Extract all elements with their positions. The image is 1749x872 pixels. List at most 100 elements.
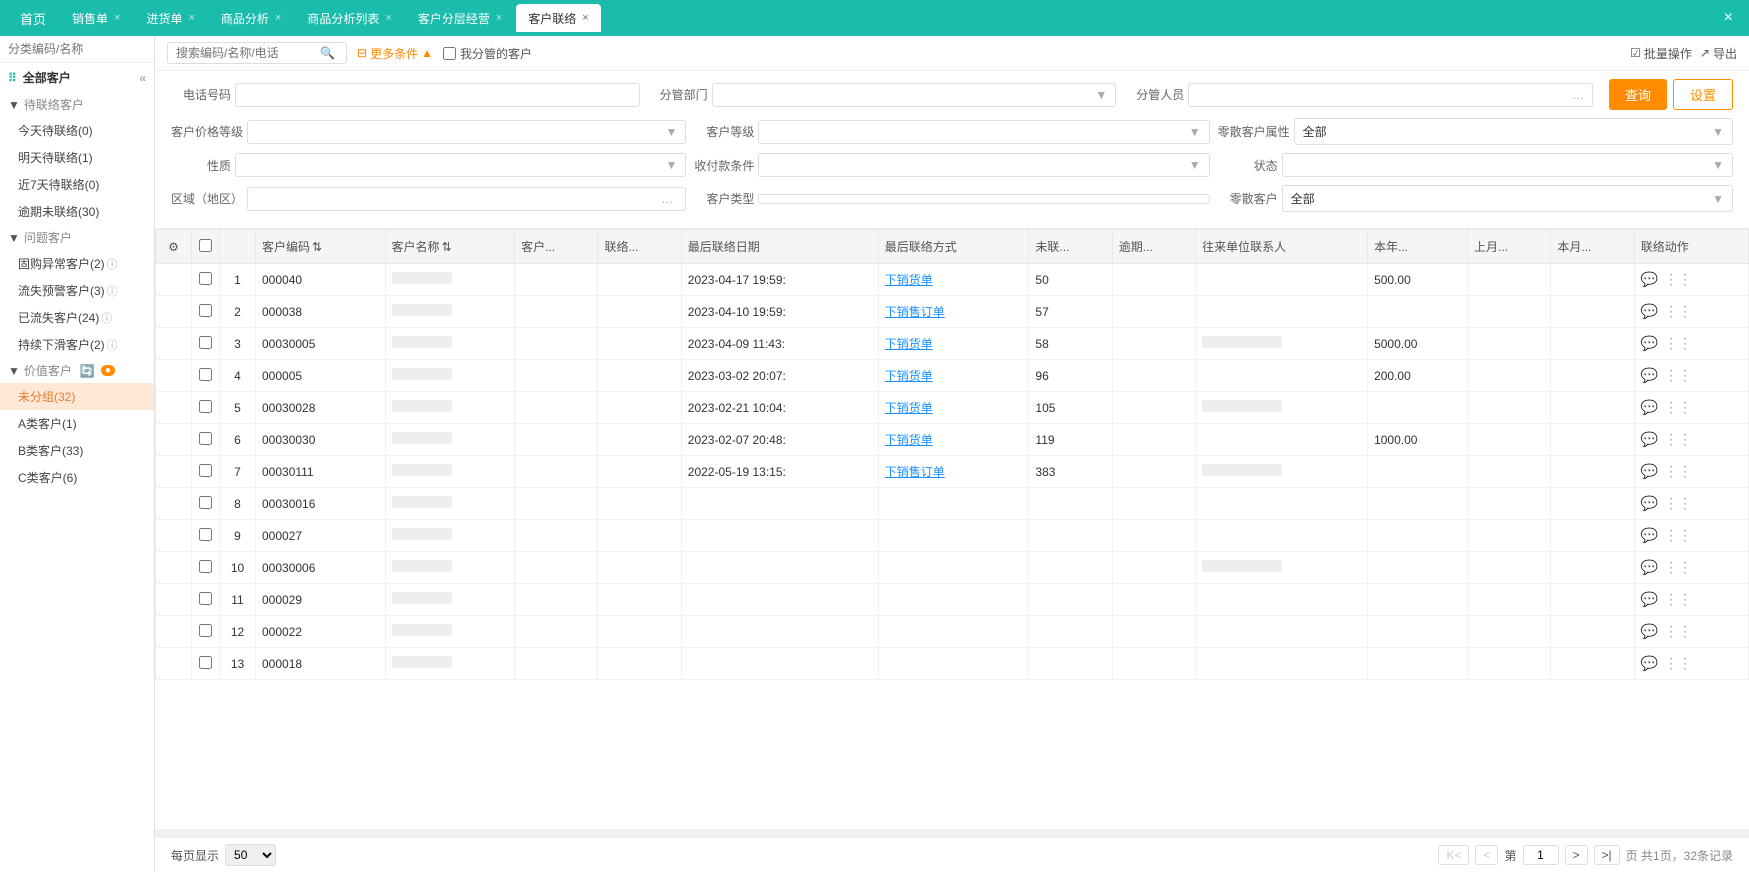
chat-icon[interactable]: 💬 [1641, 591, 1658, 608]
filter-customer-type-select[interactable] [758, 194, 1209, 204]
window-close-button[interactable]: × [1716, 9, 1741, 27]
row-checkbox[interactable] [199, 368, 212, 381]
chat-icon[interactable]: 💬 [1641, 367, 1658, 384]
sidebar-today[interactable]: 今天待联络(0) [0, 117, 154, 144]
filter-search-input[interactable] [176, 46, 316, 60]
menu-icon[interactable]: ⋮⋮ [1664, 335, 1692, 352]
filter-dept-select[interactable]: ▼ [712, 83, 1117, 107]
td-check[interactable] [192, 360, 220, 392]
chat-icon[interactable]: 💬 [1641, 335, 1658, 352]
my-customers-check[interactable] [443, 47, 456, 60]
td-check[interactable] [192, 424, 220, 456]
method-link[interactable]: 下销货单 [885, 401, 933, 415]
filter-price-level-select[interactable]: ▼ [247, 120, 686, 144]
tab-customer-contact-close[interactable]: × [582, 12, 588, 24]
batch-operate-btn[interactable]: ☑ 批量操作 [1630, 45, 1692, 62]
th-last-method[interactable]: 最后联络方式 [878, 230, 1029, 264]
next-page-btn[interactable]: > [1565, 845, 1588, 865]
menu-icon[interactable]: ⋮⋮ [1664, 623, 1692, 640]
method-link[interactable]: 下销货单 [885, 369, 933, 383]
chat-icon[interactable]: 💬 [1641, 495, 1658, 512]
menu-icon[interactable]: ⋮⋮ [1664, 559, 1692, 576]
th-not-contact[interactable]: 未联... [1029, 230, 1112, 264]
chat-icon[interactable]: 💬 [1641, 655, 1658, 672]
chat-icon[interactable]: 💬 [1641, 527, 1658, 544]
gear-icon[interactable]: ⚙ [168, 240, 179, 254]
menu-icon[interactable]: ⋮⋮ [1664, 303, 1692, 320]
method-link[interactable]: 下销货单 [885, 337, 933, 351]
td-check[interactable] [192, 456, 220, 488]
chat-icon[interactable]: 💬 [1641, 559, 1658, 576]
chat-icon[interactable]: 💬 [1641, 431, 1658, 448]
refresh-icon[interactable]: 🔄 [80, 364, 95, 378]
th-this-month[interactable]: 本月... [1551, 230, 1634, 264]
all-customers-header[interactable]: ⠿ 全部客户 « [0, 63, 154, 92]
sidebar-c-class[interactable]: C类客户(6) [0, 464, 154, 491]
row-checkbox[interactable] [199, 272, 212, 285]
row-checkbox[interactable] [199, 592, 212, 605]
tab-purchase-close[interactable]: × [188, 12, 194, 24]
sidebar-tomorrow[interactable]: 明天待联络(1) [0, 144, 154, 171]
page-number-input[interactable] [1523, 845, 1559, 865]
sidebar-flow-warning[interactable]: 流失预警客户(3) ⓘ [0, 277, 154, 304]
menu-icon[interactable]: ⋮⋮ [1664, 591, 1692, 608]
row-checkbox[interactable] [199, 464, 212, 477]
row-checkbox[interactable] [199, 496, 212, 509]
menu-icon[interactable]: ⋮⋮ [1664, 367, 1692, 384]
th-trade-contact[interactable]: 往来单位联系人 [1196, 230, 1368, 264]
sidebar-unclassified[interactable]: 未分组(32) [0, 383, 154, 410]
chat-icon[interactable]: 💬 [1641, 623, 1658, 640]
filter-retail-customer-select[interactable]: 全部 ▼ [1282, 185, 1733, 212]
page-size-dropdown[interactable]: 50 20 100 [225, 844, 276, 866]
th-last-date[interactable]: 最后联络日期 [681, 230, 878, 264]
filter-customer-level-select[interactable]: ▼ [758, 120, 1209, 144]
tab-customer-contact[interactable]: 客户联络 × [516, 4, 600, 32]
filter-nature-select[interactable]: ▼ [235, 153, 686, 177]
row-checkbox[interactable] [199, 624, 212, 637]
query-button[interactable]: 查询 [1609, 79, 1667, 110]
sidebar-a-class[interactable]: A类客户(1) [0, 410, 154, 437]
sidebar-abnormal[interactable]: 固购异常客户(2) ⓘ [0, 250, 154, 277]
first-page-btn[interactable]: K< [1438, 845, 1469, 865]
menu-icon[interactable]: ⋮⋮ [1664, 527, 1692, 544]
row-checkbox[interactable] [199, 336, 212, 349]
filter-payment-select[interactable]: ▼ [758, 153, 1209, 177]
td-check[interactable] [192, 296, 220, 328]
sidebar-declining[interactable]: 持续下滑客户(2) ⓘ [0, 331, 154, 358]
row-checkbox[interactable] [199, 656, 212, 669]
tab-sales[interactable]: 销售单 × [60, 4, 132, 32]
filter-search-icon[interactable]: 🔍 [320, 46, 335, 60]
row-checkbox[interactable] [199, 528, 212, 541]
menu-icon[interactable]: ⋮⋮ [1664, 271, 1692, 288]
export-btn[interactable]: ↗ 导出 [1700, 45, 1737, 62]
chat-icon[interactable]: 💬 [1641, 399, 1658, 416]
menu-icon[interactable]: ⋮⋮ [1664, 495, 1692, 512]
filter-region-select[interactable]: … [247, 187, 686, 211]
row-checkbox[interactable] [199, 304, 212, 317]
menu-icon[interactable]: ⋮⋮ [1664, 399, 1692, 416]
filter-phone-input[interactable] [235, 83, 640, 107]
th-contact[interactable]: 联络... [598, 230, 681, 264]
td-check[interactable] [192, 648, 220, 680]
chat-icon[interactable]: 💬 [1641, 303, 1658, 320]
td-check[interactable] [192, 584, 220, 616]
method-link[interactable]: 下销货单 [885, 273, 933, 287]
tab-product-analysis-list-close[interactable]: × [385, 12, 391, 24]
method-link[interactable]: 下销售订单 [885, 305, 945, 319]
menu-icon[interactable]: ⋮⋮ [1664, 655, 1692, 672]
tab-purchase[interactable]: 进货单 × [134, 4, 206, 32]
more-conditions-toggle[interactable]: ⊟ 更多条件 ▲ [357, 45, 433, 62]
row-checkbox[interactable] [199, 400, 212, 413]
td-check[interactable] [192, 488, 220, 520]
sidebar-near7[interactable]: 近7天待联络(0) [0, 171, 154, 198]
tab-product-analysis-list[interactable]: 商品分析列表 × [295, 4, 403, 32]
sidebar-search-input[interactable] [8, 42, 155, 56]
th-gear[interactable]: ⚙ [156, 230, 192, 264]
td-check[interactable] [192, 616, 220, 648]
method-link[interactable]: 下销售订单 [885, 465, 945, 479]
sidebar-overdue[interactable]: 逾期未联络(30) [0, 198, 154, 225]
th-level[interactable]: 客户... [515, 230, 598, 264]
chat-icon[interactable]: 💬 [1641, 271, 1658, 288]
method-link[interactable]: 下销货单 [885, 433, 933, 447]
horizontal-scrollbar[interactable] [155, 829, 1749, 837]
